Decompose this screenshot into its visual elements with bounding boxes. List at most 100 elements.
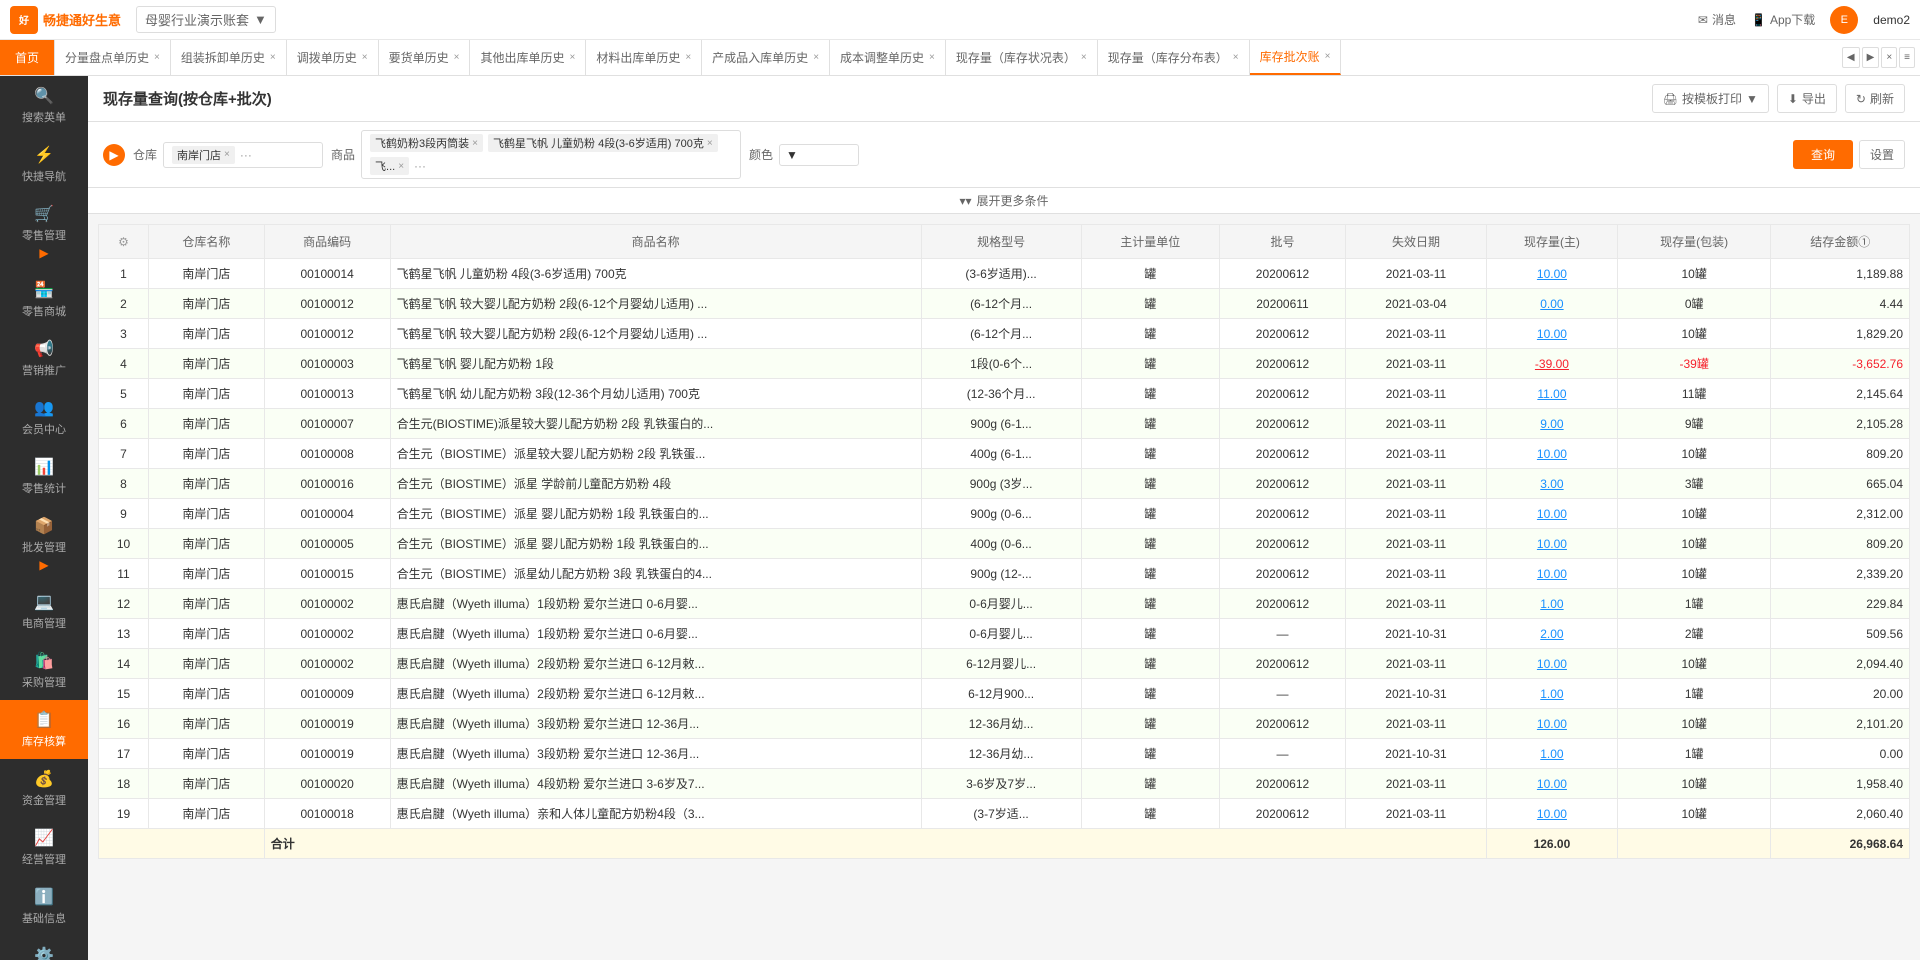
tab-4[interactable]: 要货单历史 × <box>379 40 471 75</box>
tab-1[interactable]: 分量盘点单历史 × <box>55 40 171 75</box>
tab-close-4[interactable]: × <box>454 52 460 63</box>
search-icon: 🔍 <box>34 86 54 106</box>
export-btn[interactable]: ⬇ 导出 <box>1777 84 1837 113</box>
tab-close-3[interactable]: × <box>362 52 368 63</box>
tab-8[interactable]: 成本调整单历史 × <box>830 40 946 75</box>
tab-close-1[interactable]: × <box>154 52 160 63</box>
tab-close-all-btn[interactable]: × <box>1881 47 1897 68</box>
tab-menu-btn[interactable]: ≡ <box>1899 47 1915 68</box>
goods-more[interactable]: ··· <box>414 159 426 173</box>
cell-qty-main[interactable]: 10.00 <box>1487 529 1618 559</box>
warehouse-tag-remove-1[interactable]: × <box>224 149 230 160</box>
message-btn[interactable]: ✉ 消息 <box>1698 11 1736 28</box>
cell-expire: 2021-10-31 <box>1345 619 1486 649</box>
cell-qty-main[interactable]: 1.00 <box>1487 589 1618 619</box>
cell-expire: 2021-10-31 <box>1345 739 1486 769</box>
sidebar-item-retail-mgmt[interactable]: 🛒 零售管理 ▶ <box>0 194 88 270</box>
cell-qty-main[interactable]: 10.00 <box>1487 559 1618 589</box>
cell-code: 00100002 <box>264 619 390 649</box>
tab-7[interactable]: 产成品入库单历史 × <box>702 40 830 75</box>
goods-tag-remove-3[interactable]: × <box>398 161 404 172</box>
tab-10[interactable]: 现存量（库存分布表） × <box>1098 40 1250 75</box>
settings-btn[interactable]: 设置 <box>1859 140 1905 169</box>
tab-close-10[interactable]: × <box>1233 52 1239 63</box>
sidebar-item-wholesale[interactable]: 📦 批发管理 ▶ <box>0 506 88 582</box>
sidebar-item-ecommerce[interactable]: 💻 电商管理 <box>0 582 88 641</box>
expand-toggle[interactable]: ▾▾ 展开更多条件 <box>959 192 1048 209</box>
sidebar-item-system[interactable]: ⚙️ 系统管理 <box>0 936 88 960</box>
sidebar-item-search[interactable]: 🔍 搜索英单 <box>0 76 88 135</box>
tab-9[interactable]: 现存量（库存状况表） × <box>946 40 1098 75</box>
cell-qty-main[interactable]: 10.00 <box>1487 709 1618 739</box>
download-btn[interactable]: 📱 App下载 <box>1751 11 1815 28</box>
cell-qty-main[interactable]: -39.00 <box>1487 349 1618 379</box>
tab-close-6[interactable]: × <box>685 52 691 63</box>
sidebar-item-retail-stats[interactable]: 📊 零售统计 <box>0 447 88 506</box>
tab-next-btn[interactable]: ▶ <box>1862 47 1880 68</box>
tab-close-7[interactable]: × <box>813 52 819 63</box>
color-filter[interactable]: ▼ <box>779 144 859 166</box>
cell-qty-main[interactable]: 11.00 <box>1487 379 1618 409</box>
logo[interactable]: 好 畅捷通好生意 <box>10 6 121 34</box>
refresh-btn[interactable]: ↻ 刷新 <box>1845 84 1905 113</box>
warehouse-filter[interactable]: 南岸门店 × ··· <box>163 142 323 168</box>
username[interactable]: demo2 <box>1873 13 1910 27</box>
tab-close-8[interactable]: × <box>929 52 935 63</box>
cell-qty-main[interactable]: 0.00 <box>1487 289 1618 319</box>
tab-close-11[interactable]: × <box>1325 51 1331 62</box>
cell-qty-main[interactable]: 2.00 <box>1487 619 1618 649</box>
goods-tag-remove-1[interactable]: × <box>472 138 478 149</box>
sidebar-item-retail-shop[interactable]: 🏪 零售商城 <box>0 270 88 329</box>
sidebar-item-basic-info[interactable]: ℹ️ 基础信息 <box>0 877 88 936</box>
settings-icon[interactable]: ⚙ <box>118 235 129 249</box>
tab-5[interactable]: 其他出库单历史 × <box>470 40 586 75</box>
logo-icon: 好 <box>10 6 38 34</box>
tab-11[interactable]: 库存批次账 × <box>1250 40 1342 75</box>
warehouse-more[interactable]: ··· <box>240 148 252 162</box>
cell-qty-main[interactable]: 10.00 <box>1487 769 1618 799</box>
expand-filter-btn[interactable]: ▶ <box>103 144 125 166</box>
cell-qty-main[interactable]: 10.00 <box>1487 259 1618 289</box>
tab-close-5[interactable]: × <box>569 52 575 63</box>
query-btn[interactable]: 查询 <box>1793 140 1853 169</box>
warehouse-label: 仓库 <box>133 146 157 163</box>
sidebar-item-members[interactable]: 👥 会员中心 <box>0 388 88 447</box>
sidebar-item-purchase[interactable]: 🛍️ 采购管理 <box>0 641 88 700</box>
sidebar-item-finance[interactable]: 💰 资金管理 <box>0 759 88 818</box>
cell-code: 00100014 <box>264 259 390 289</box>
tab-6[interactable]: 材料出库单历史 × <box>586 40 702 75</box>
org-selector[interactable]: 母婴行业演示账套 ▼ <box>136 6 276 33</box>
cell-qty-main[interactable]: 10.00 <box>1487 649 1618 679</box>
cell-qty-main[interactable]: 9.00 <box>1487 409 1618 439</box>
cell-amount: 2,105.28 <box>1771 409 1910 439</box>
cell-qty-main[interactable]: 10.00 <box>1487 319 1618 349</box>
tab-prev-btn[interactable]: ◀ <box>1842 47 1860 68</box>
sidebar-item-quicknav[interactable]: ⚡ 快捷导航 <box>0 135 88 194</box>
content-area: 现存量查询(按仓库+批次) 🖨 按模板打印 ▼ ⬇ 导出 ↻ 刷新 ▶ <box>88 76 1920 960</box>
goods-filter[interactable]: 飞鹤奶粉3段丙筒装 × 飞鹤星飞帆 儿童奶粉 4段(3-6岁适用) 700克 ×… <box>361 130 741 179</box>
cell-qty-main[interactable]: 1.00 <box>1487 679 1618 709</box>
sidebar-item-marketing[interactable]: 📢 营销推广 <box>0 329 88 388</box>
tab-2[interactable]: 组装拆卸单历史 × <box>171 40 287 75</box>
tab-home[interactable]: 首页 <box>0 40 55 75</box>
sidebar-item-business[interactable]: 📈 经营管理 <box>0 818 88 877</box>
cell-no: 19 <box>99 799 149 829</box>
tab-3[interactable]: 调拨单历史 × <box>287 40 379 75</box>
sidebar-item-inventory[interactable]: 📋 库存核算 <box>0 700 88 759</box>
tab-close-2[interactable]: × <box>270 52 276 63</box>
table-container: ⚙ 仓库名称 商品编码 商品名称 规格型号 主计量单位 批号 失效日期 现存量(… <box>88 214 1920 960</box>
cell-qty-main[interactable]: 10.00 <box>1487 799 1618 829</box>
cell-qty-main[interactable]: 10.00 <box>1487 439 1618 469</box>
print-btn[interactable]: 🖨 按模板打印 ▼ <box>1652 84 1769 113</box>
cell-spec: 900g (12-... <box>921 559 1081 589</box>
tab-close-9[interactable]: × <box>1081 52 1087 63</box>
cell-expire: 2021-03-11 <box>1345 649 1486 679</box>
message-icon: ✉ <box>1698 13 1708 27</box>
cell-qty-main[interactable]: 10.00 <box>1487 499 1618 529</box>
col-settings[interactable]: ⚙ <box>99 225 149 259</box>
cell-qty-main[interactable]: 3.00 <box>1487 469 1618 499</box>
cell-batch: 20200612 <box>1220 409 1346 439</box>
cell-qty-main[interactable]: 1.00 <box>1487 739 1618 769</box>
goods-tag-remove-2[interactable]: × <box>707 138 713 149</box>
cell-qty-pkg: 2罐 <box>1617 619 1771 649</box>
